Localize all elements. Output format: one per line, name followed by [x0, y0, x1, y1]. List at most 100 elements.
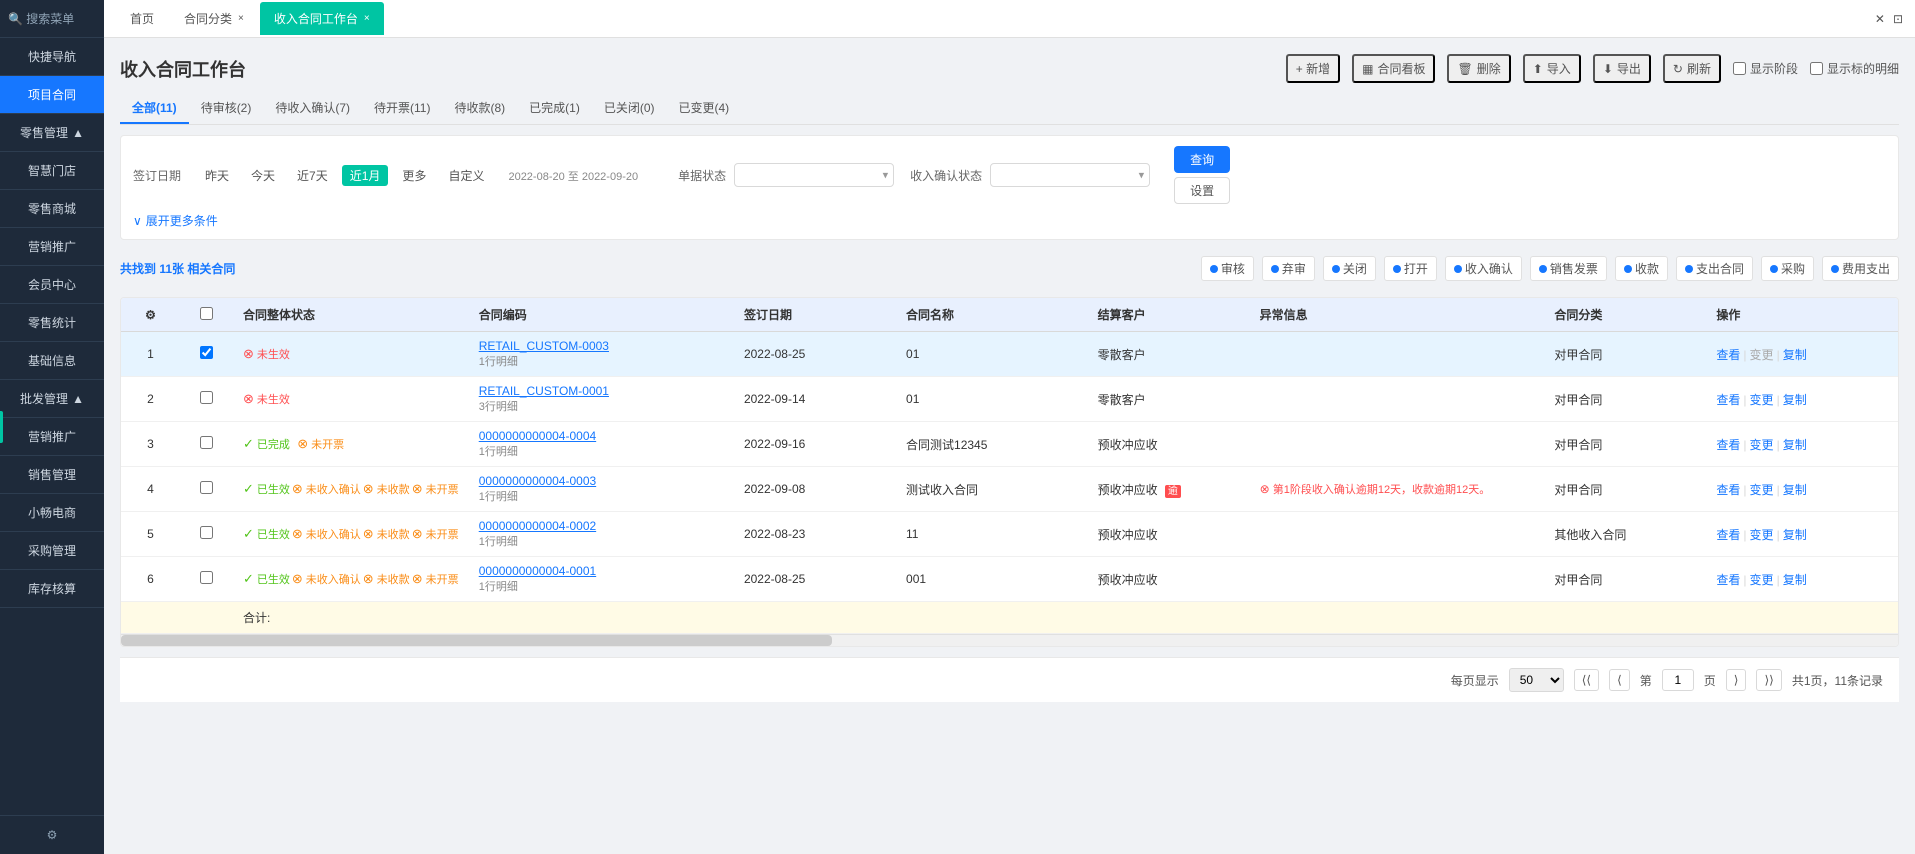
view-btn[interactable]: 查看 — [1716, 528, 1740, 542]
window-maximize-btn[interactable]: ⊡ — [1893, 12, 1903, 26]
next-page-btn[interactable]: ⟩ — [1726, 669, 1747, 691]
change-btn[interactable]: 变更 — [1750, 528, 1774, 542]
copy-btn[interactable]: 复制 — [1783, 438, 1807, 452]
date-opt-yesterday[interactable]: 昨天 — [197, 165, 237, 186]
date-opt-last7[interactable]: 近7天 — [289, 165, 336, 186]
show-fields-checkbox[interactable]: 显示阶段 — [1733, 60, 1798, 77]
copy-btn[interactable]: 复制 — [1783, 348, 1807, 362]
view-btn[interactable]: 查看 — [1716, 348, 1740, 362]
tab-close-income-workbench[interactable]: × — [364, 13, 370, 24]
sidebar-item-member[interactable]: 会员中心 — [0, 266, 104, 304]
first-page-btn[interactable]: ⟨⟨ — [1574, 669, 1599, 691]
sidebar-item-sales-mgmt[interactable]: 销售管理 — [0, 456, 104, 494]
date-opt-custom[interactable]: 自定义 — [440, 165, 492, 186]
window-close-btn[interactable]: ✕ — [1875, 12, 1885, 26]
copy-btn[interactable]: 复制 — [1783, 528, 1807, 542]
status-tab-pending-review[interactable]: 待审核(2) — [189, 93, 264, 124]
sidebar-item-marketing[interactable]: 营销推广 — [0, 228, 104, 266]
contract-code-link[interactable]: 0000000000004-0003 — [479, 474, 724, 488]
import-button[interactable]: ⬆ 导入 — [1523, 54, 1581, 83]
row-checkbox[interactable] — [200, 571, 213, 584]
sidebar-item-retail-mall[interactable]: 零售商城 — [0, 190, 104, 228]
change-btn[interactable]: 变更 — [1750, 483, 1774, 497]
change-btn[interactable]: 变更 — [1750, 438, 1774, 452]
status-tab-pending-invoice[interactable]: 待开票(11) — [362, 93, 442, 124]
sidebar-settings[interactable]: ⚙ — [0, 815, 104, 854]
sidebar-item-batch-mgmt[interactable]: 批发管理 ▲ — [0, 380, 104, 418]
contract-code-link[interactable]: 0000000000004-0004 — [479, 429, 724, 443]
action-btn-purchase[interactable]: 采购 — [1761, 256, 1814, 281]
view-btn[interactable]: 查看 — [1716, 573, 1740, 587]
action-btn-abandon[interactable]: 弃审 — [1262, 256, 1315, 281]
view-btn[interactable]: 查看 — [1716, 393, 1740, 407]
change-btn[interactable]: 变更 — [1750, 393, 1774, 407]
row-checkbox[interactable] — [200, 526, 213, 539]
status-tab-pending-income[interactable]: 待收入确认(7) — [263, 93, 362, 124]
action-btn-open[interactable]: 打开 — [1384, 256, 1437, 281]
action-btn-cost-out[interactable]: 费用支出 — [1822, 256, 1899, 281]
income-confirm-select[interactable] — [990, 163, 1150, 187]
th-settings[interactable]: ⚙ — [121, 298, 180, 332]
row-checkbox[interactable] — [200, 346, 213, 359]
date-opt-last1m[interactable]: 近1月 — [342, 165, 389, 186]
action-btn-receive-payment[interactable]: 收款 — [1615, 256, 1668, 281]
copy-btn[interactable]: 复制 — [1783, 393, 1807, 407]
doc-status-select[interactable] — [734, 163, 894, 187]
contract-code-link[interactable]: RETAIL_CUSTOM-0001 — [479, 384, 724, 398]
sidebar-item-retail-mgmt[interactable]: 零售管理 ▲ — [0, 114, 104, 152]
action-btn-close[interactable]: 关闭 — [1323, 256, 1376, 281]
action-btn-expense-contract[interactable]: 支出合同 — [1676, 256, 1753, 281]
date-opt-today[interactable]: 今天 — [243, 165, 283, 186]
sidebar-item-xiaochang[interactable]: 小畅电商 — [0, 494, 104, 532]
add-button[interactable]: + 新增 — [1286, 54, 1340, 83]
status-tab-closed[interactable]: 已关闭(0) — [592, 93, 667, 124]
status-tab-pending-payment[interactable]: 待收款(8) — [442, 93, 517, 124]
row-checkbox[interactable] — [200, 391, 213, 404]
sidebar-item-smart-store[interactable]: 智慧门店 — [0, 152, 104, 190]
scrollbar-thumb[interactable] — [121, 635, 832, 646]
refresh-button[interactable]: ↻ 刷新 — [1663, 54, 1721, 83]
sidebar-item-marketing2[interactable]: 营销推广 — [0, 418, 104, 456]
action-btn-review[interactable]: 审核 — [1201, 256, 1254, 281]
settings-button[interactable]: 设置 — [1174, 177, 1230, 204]
sidebar-item-base-info[interactable]: 基础信息 — [0, 342, 104, 380]
table-scrollbar[interactable] — [121, 634, 1898, 646]
sidebar-nav-quick[interactable]: 快捷导航 — [0, 38, 104, 76]
sidebar-item-inventory[interactable]: 库存核算 — [0, 570, 104, 608]
action-btn-income-confirm[interactable]: 收入确认 — [1445, 256, 1522, 281]
action-btn-sales-invoice[interactable]: 销售发票 — [1530, 256, 1607, 281]
tab-home[interactable]: 首页 — [116, 2, 168, 35]
row-checkbox[interactable] — [200, 436, 213, 449]
change-btn[interactable]: 变更 — [1750, 573, 1774, 587]
tab-income-workbench[interactable]: 收入合同工作台 × — [260, 2, 384, 35]
tab-close-contract-cat[interactable]: × — [238, 13, 244, 24]
sidebar-search[interactable]: 🔍 搜索菜单 — [0, 0, 104, 38]
prev-page-btn[interactable]: ⟨ — [1609, 669, 1630, 691]
view-btn[interactable]: 查看 — [1716, 483, 1740, 497]
status-tab-changed[interactable]: 已变更(4) — [667, 93, 742, 124]
copy-btn[interactable]: 复制 — [1783, 483, 1807, 497]
contract-code-link[interactable]: RETAIL_CUSTOM-0003 — [479, 339, 724, 353]
export-button[interactable]: ⬇ 导出 — [1593, 54, 1651, 83]
kanban-button[interactable]: ▦ 合同看板 — [1352, 54, 1435, 83]
status-tab-all[interactable]: 全部(11) — [120, 93, 189, 124]
expand-more-btn[interactable]: ∨ 展开更多条件 — [133, 212, 218, 229]
show-detail-checkbox[interactable]: 显示标的明细 — [1810, 60, 1899, 77]
contract-code-link[interactable]: 0000000000004-0001 — [479, 564, 724, 578]
copy-btn[interactable]: 复制 — [1783, 573, 1807, 587]
last-page-btn[interactable]: ⟩⟩ — [1756, 669, 1781, 691]
delete-button[interactable]: 🗑 删除 — [1447, 54, 1510, 83]
sidebar-item-retail-stat[interactable]: 零售统计 — [0, 304, 104, 342]
date-opt-more[interactable]: 更多 — [394, 165, 434, 186]
tab-contract-cat[interactable]: 合同分类 × — [170, 2, 258, 35]
status-tab-completed[interactable]: 已完成(1) — [517, 93, 592, 124]
change-btn[interactable]: 变更 — [1750, 348, 1774, 362]
query-button[interactable]: 查询 — [1174, 146, 1230, 173]
sidebar-item-purchase[interactable]: 采购管理 — [0, 532, 104, 570]
per-page-select[interactable]: 50 100 — [1509, 668, 1564, 692]
row-checkbox[interactable] — [200, 481, 213, 494]
view-btn[interactable]: 查看 — [1716, 438, 1740, 452]
contract-code-link[interactable]: 0000000000004-0002 — [479, 519, 724, 533]
select-all-checkbox[interactable] — [200, 307, 213, 320]
sidebar-item-project[interactable]: 项目合同 — [0, 76, 104, 114]
